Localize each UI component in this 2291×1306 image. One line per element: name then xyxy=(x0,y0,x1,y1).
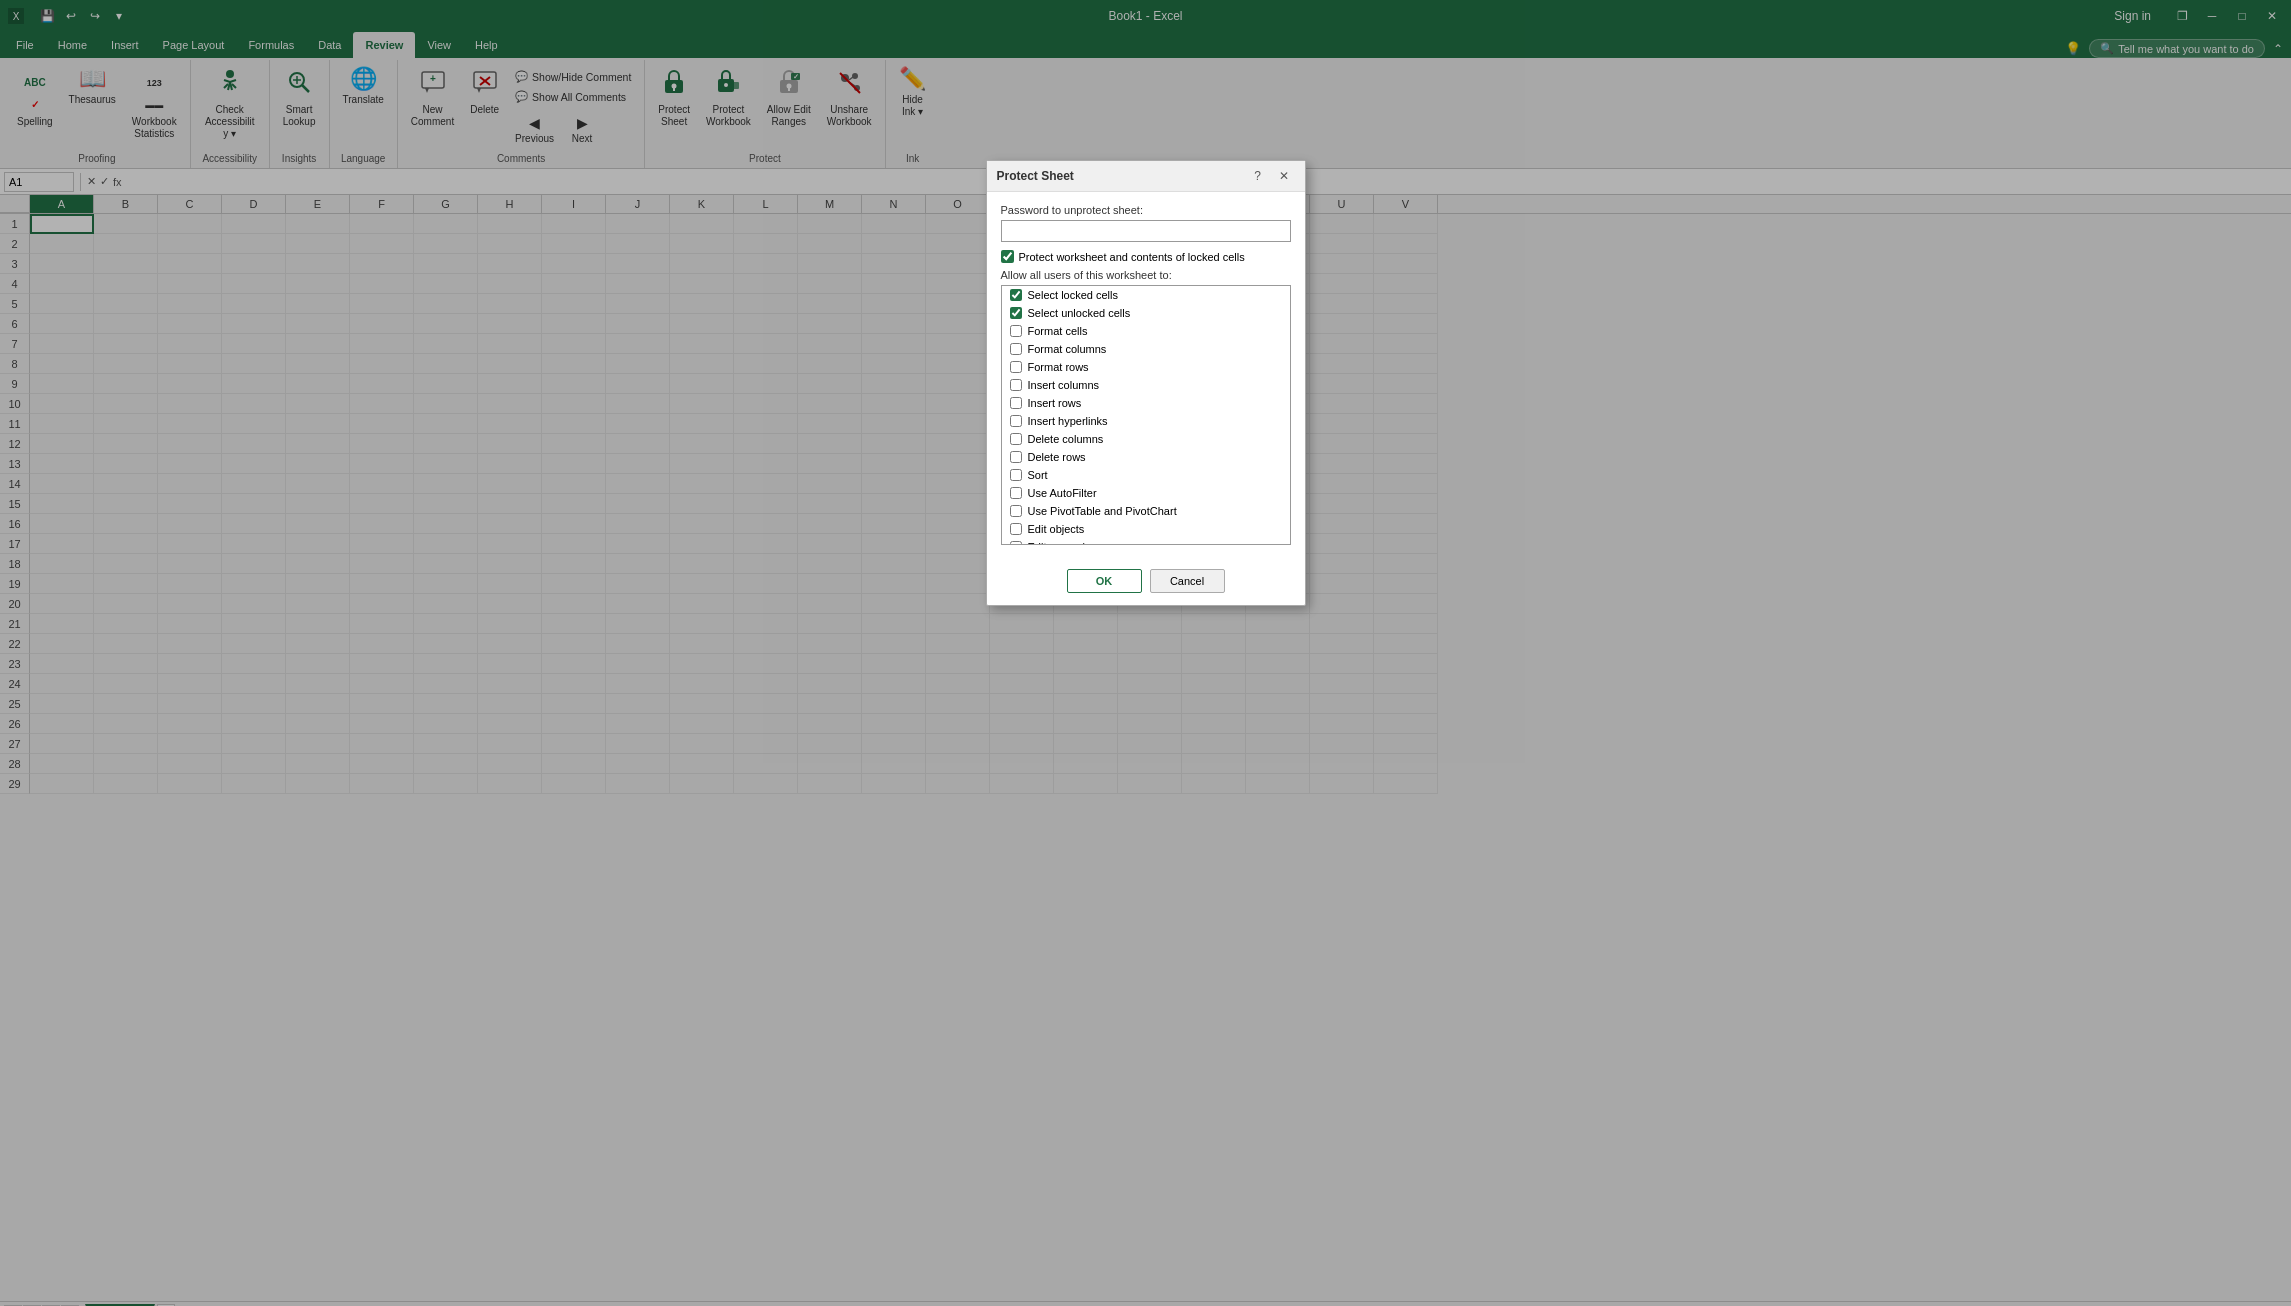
password-input[interactable] xyxy=(1001,220,1291,242)
protect-worksheet-label: Protect worksheet and contents of locked… xyxy=(1019,251,1245,263)
permission-item-12[interactable]: Use PivotTable and PivotChart xyxy=(1002,502,1290,520)
permission-checkbox-0[interactable] xyxy=(1010,289,1022,301)
permission-item-0[interactable]: Select locked cells xyxy=(1002,286,1290,304)
permission-item-7[interactable]: Insert hyperlinks xyxy=(1002,412,1290,430)
permission-checkbox-2[interactable] xyxy=(1010,325,1022,337)
permission-item-2[interactable]: Format cells xyxy=(1002,322,1290,340)
permission-label-8: Delete columns xyxy=(1028,433,1104,445)
dialog-close-button[interactable]: ✕ xyxy=(1273,167,1295,185)
permission-checkbox-10[interactable] xyxy=(1010,469,1022,481)
permission-item-8[interactable]: Delete columns xyxy=(1002,430,1290,448)
permission-label-2: Format cells xyxy=(1028,325,1088,337)
permission-checkbox-11[interactable] xyxy=(1010,487,1022,499)
permission-label-5: Insert columns xyxy=(1028,379,1100,391)
permission-item-5[interactable]: Insert columns xyxy=(1002,376,1290,394)
dialog-title: Protect Sheet xyxy=(997,169,1074,183)
permission-label-11: Use AutoFilter xyxy=(1028,487,1097,499)
permission-item-11[interactable]: Use AutoFilter xyxy=(1002,484,1290,502)
permission-item-3[interactable]: Format columns xyxy=(1002,340,1290,358)
permission-label-7: Insert hyperlinks xyxy=(1028,415,1108,427)
permission-item-10[interactable]: Sort xyxy=(1002,466,1290,484)
password-label: Password to unprotect sheet: xyxy=(1001,204,1291,216)
permission-checkbox-4[interactable] xyxy=(1010,361,1022,373)
modal-overlay: Protect Sheet ? ✕ Password to unprotect … xyxy=(0,0,2291,1306)
permission-item-4[interactable]: Format rows xyxy=(1002,358,1290,376)
permissions-listbox: Select locked cells Select unlocked cells… xyxy=(1001,285,1291,545)
permission-label-3: Format columns xyxy=(1028,343,1107,355)
permission-item-14[interactable]: Edit scenarios xyxy=(1002,538,1290,545)
permission-checkbox-7[interactable] xyxy=(1010,415,1022,427)
permission-checkbox-14[interactable] xyxy=(1010,541,1022,545)
permission-label-10: Sort xyxy=(1028,469,1048,481)
permission-label-9: Delete rows xyxy=(1028,451,1086,463)
permission-label-0: Select locked cells xyxy=(1028,289,1119,301)
dialog-titlebar: Protect Sheet ? ✕ xyxy=(987,161,1305,192)
protect-worksheet-checkbox[interactable] xyxy=(1001,250,1014,263)
permission-checkbox-1[interactable] xyxy=(1010,307,1022,319)
dialog-controls: ? ✕ xyxy=(1247,167,1295,185)
permission-checkbox-3[interactable] xyxy=(1010,343,1022,355)
permission-label-6: Insert rows xyxy=(1028,397,1082,409)
permission-checkbox-8[interactable] xyxy=(1010,433,1022,445)
permission-checkbox-12[interactable] xyxy=(1010,505,1022,517)
permission-label-14: Edit scenarios xyxy=(1028,541,1097,545)
permission-label-1: Select unlocked cells xyxy=(1028,307,1131,319)
dialog-body: Password to unprotect sheet: Protect wor… xyxy=(987,192,1305,565)
permission-item-6[interactable]: Insert rows xyxy=(1002,394,1290,412)
permission-checkbox-13[interactable] xyxy=(1010,523,1022,535)
permission-label-13: Edit objects xyxy=(1028,523,1085,535)
ok-button[interactable]: OK xyxy=(1067,569,1142,593)
section-label: Allow all users of this worksheet to: xyxy=(1001,269,1291,281)
dialog-footer: OK Cancel xyxy=(987,565,1305,605)
permission-label-4: Format rows xyxy=(1028,361,1089,373)
protect-sheet-dialog: Protect Sheet ? ✕ Password to unprotect … xyxy=(986,160,1306,606)
permission-item-1[interactable]: Select unlocked cells xyxy=(1002,304,1290,322)
permission-item-9[interactable]: Delete rows xyxy=(1002,448,1290,466)
permission-checkbox-9[interactable] xyxy=(1010,451,1022,463)
cancel-button[interactable]: Cancel xyxy=(1150,569,1225,593)
permission-item-13[interactable]: Edit objects xyxy=(1002,520,1290,538)
protect-worksheet-row: Protect worksheet and contents of locked… xyxy=(1001,250,1291,263)
permission-checkbox-6[interactable] xyxy=(1010,397,1022,409)
dialog-help-button[interactable]: ? xyxy=(1247,167,1269,185)
permission-checkbox-5[interactable] xyxy=(1010,379,1022,391)
permission-label-12: Use PivotTable and PivotChart xyxy=(1028,505,1177,517)
